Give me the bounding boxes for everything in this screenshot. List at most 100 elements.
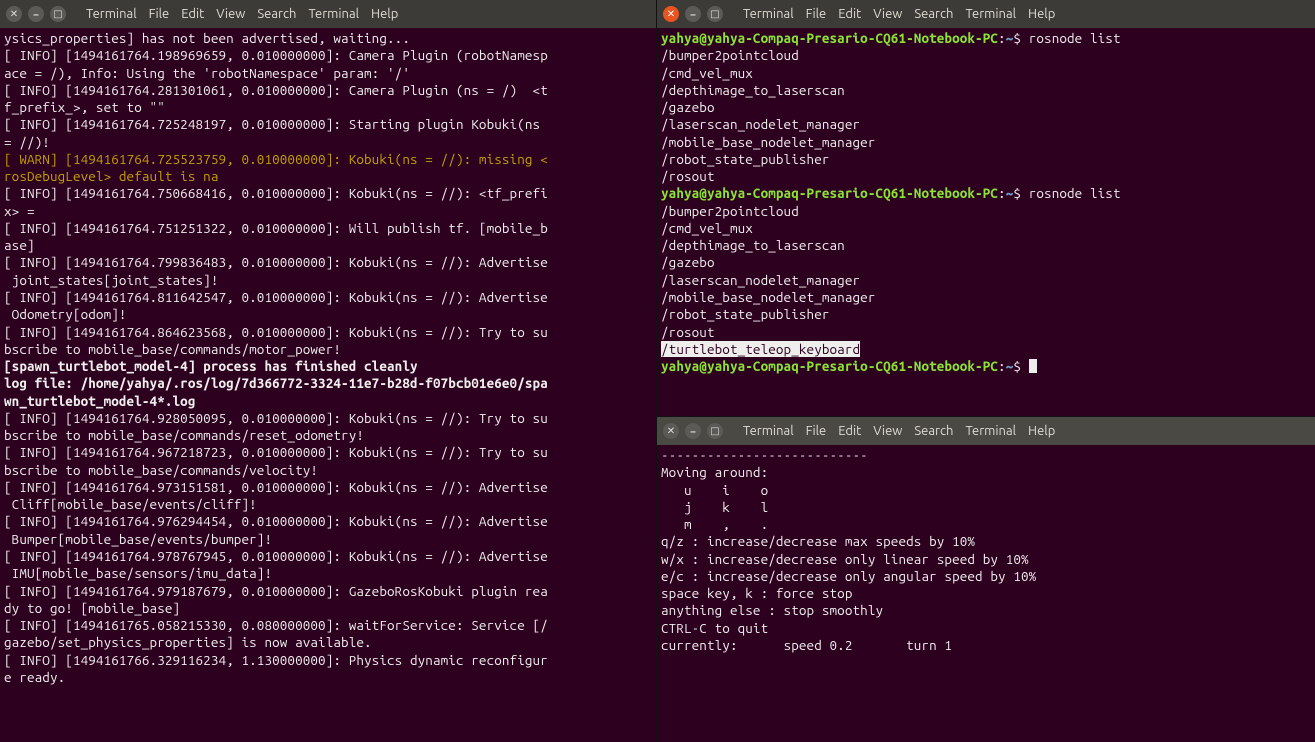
menu-file[interactable]: File bbox=[806, 7, 827, 21]
log-line: ysics_properties] has not been advertise… bbox=[4, 30, 652, 47]
log-line: bscribe to mobile_base/commands/reset_od… bbox=[4, 427, 652, 444]
log-line: [ INFO] [1494161764.979187679, 0.0100000… bbox=[4, 583, 652, 600]
teleop-line: m , . bbox=[661, 516, 1311, 533]
menu-terminal2[interactable]: Terminal bbox=[965, 424, 1016, 438]
menu-file[interactable]: File bbox=[806, 424, 827, 438]
menu-view[interactable]: View bbox=[873, 7, 902, 21]
log-line: [ INFO] [1494161764.799836483, 0.0100000… bbox=[4, 254, 652, 271]
minimize-icon[interactable]: – bbox=[685, 6, 701, 22]
terminal-left[interactable]: ✕ – □ Terminal File Edit View Search Ter… bbox=[0, 0, 656, 742]
log-line: [ INFO] [1494161764.750668416, 0.0100000… bbox=[4, 185, 652, 202]
prompt-line[interactable]: yahya@yahya-Compaq-Presario-CQ61-Noteboo… bbox=[661, 358, 1311, 375]
teleop-line: e/c : increase/decrease only angular spe… bbox=[661, 568, 1311, 585]
rosnode-item: /laserscan_nodelet_manager bbox=[661, 116, 1311, 133]
maximize-icon[interactable]: □ bbox=[50, 6, 66, 22]
teleop-line: space key, k : force stop bbox=[661, 585, 1311, 602]
terminal-output-left[interactable]: ysics_properties] has not been advertise… bbox=[0, 28, 656, 688]
rosnode-item: /mobile_base_nodelet_manager bbox=[661, 134, 1311, 151]
titlebar-left: ✕ – □ Terminal File Edit View Search Ter… bbox=[0, 0, 656, 28]
log-line: [ INFO] [1494161766.329116234, 1.1300000… bbox=[4, 652, 652, 669]
prompt-line: yahya@yahya-Compaq-Presario-CQ61-Noteboo… bbox=[661, 30, 1311, 47]
menu-search[interactable]: Search bbox=[914, 7, 953, 21]
menu-view[interactable]: View bbox=[873, 424, 902, 438]
log-line: [ INFO] [1494161764.928050095, 0.0100000… bbox=[4, 410, 652, 427]
log-line: Bumper[mobile_base/events/bumper]! bbox=[4, 531, 652, 548]
terminal-right-top[interactable]: ✕ – □ Terminal File Edit View Search Ter… bbox=[656, 0, 1315, 416]
rosnode-item: /laserscan_nodelet_manager bbox=[661, 272, 1311, 289]
rosnode-item: /robot_state_publisher bbox=[661, 151, 1311, 168]
rosnode-item: /gazebo bbox=[661, 254, 1311, 271]
log-line: log file: /home/yahya/.ros/log/7d366772-… bbox=[4, 375, 652, 392]
teleop-line: q/z : increase/decrease max speeds by 10… bbox=[661, 533, 1311, 550]
menu-terminal2[interactable]: Terminal bbox=[965, 7, 1016, 21]
teleop-line: --------------------------- bbox=[661, 447, 1311, 464]
rosnode-item: /cmd_vel_mux bbox=[661, 220, 1311, 237]
terminal-right-bottom[interactable]: ✕ – □ Terminal File Edit View Search Ter… bbox=[656, 416, 1315, 742]
maximize-icon[interactable]: □ bbox=[707, 6, 723, 22]
maximize-icon[interactable]: □ bbox=[707, 423, 723, 439]
log-line: [ INFO] [1494161764.967218723, 0.0100000… bbox=[4, 444, 652, 461]
menu-help[interactable]: Help bbox=[1028, 424, 1055, 438]
close-icon[interactable]: ✕ bbox=[663, 423, 679, 439]
log-line: [ INFO] [1494161764.978767945, 0.0100000… bbox=[4, 548, 652, 565]
teleop-line: u i o bbox=[661, 482, 1311, 499]
rosnode-item: /robot_state_publisher bbox=[661, 306, 1311, 323]
log-line: [spawn_turtlebot_model-4] process has fi… bbox=[4, 358, 652, 375]
menu-terminal[interactable]: Terminal bbox=[743, 7, 794, 21]
log-line: [ INFO] [1494161764.864623568, 0.0100000… bbox=[4, 324, 652, 341]
menu-edit[interactable]: Edit bbox=[838, 7, 861, 21]
menu-search[interactable]: Search bbox=[914, 424, 953, 438]
log-line: bscribe to mobile_base/commands/velocity… bbox=[4, 462, 652, 479]
minimize-icon[interactable]: – bbox=[28, 6, 44, 22]
menu-terminal[interactable]: Terminal bbox=[86, 7, 137, 21]
log-line: = //)! bbox=[4, 134, 652, 151]
menu-search[interactable]: Search bbox=[257, 7, 296, 21]
terminal-output-right-bottom[interactable]: ---------------------------Moving around… bbox=[657, 445, 1315, 656]
teleop-line: currently: speed 0.2 turn 1 bbox=[661, 637, 1311, 654]
menu-edit[interactable]: Edit bbox=[181, 7, 204, 21]
rosnode-item: /cmd_vel_mux bbox=[661, 65, 1311, 82]
teleop-line: anything else : stop smoothly bbox=[661, 602, 1311, 619]
titlebar-right-bottom: ✕ – □ Terminal File Edit View Search Ter… bbox=[657, 417, 1315, 445]
close-icon[interactable]: ✕ bbox=[6, 6, 22, 22]
rosnode-item: /rosout bbox=[661, 168, 1311, 185]
log-line: bscribe to mobile_base/commands/motor_po… bbox=[4, 341, 652, 358]
menu-view[interactable]: View bbox=[216, 7, 245, 21]
cursor-icon bbox=[1029, 359, 1037, 373]
rosnode-item: /depthimage_to_laserscan bbox=[661, 82, 1311, 99]
menu-terminal2[interactable]: Terminal bbox=[308, 7, 359, 21]
menu-file[interactable]: File bbox=[149, 7, 170, 21]
log-line: [ INFO] [1494161764.281301061, 0.0100000… bbox=[4, 82, 652, 99]
log-line: [ WARN] [1494161764.725523759, 0.0100000… bbox=[4, 151, 652, 168]
rosnode-item: /depthimage_to_laserscan bbox=[661, 237, 1311, 254]
close-icon[interactable]: ✕ bbox=[663, 6, 679, 22]
log-line: ace = /), Info: Using the 'robotNamespac… bbox=[4, 65, 652, 82]
rosnode-item: /bumper2pointcloud bbox=[661, 47, 1311, 64]
terminal-output-right-top[interactable]: yahya@yahya-Compaq-Presario-CQ61-Noteboo… bbox=[657, 28, 1315, 377]
log-line: wn_turtlebot_model-4*.log bbox=[4, 393, 652, 410]
log-line: IMU[mobile_base/sensors/imu_data]! bbox=[4, 565, 652, 582]
log-line: x> = bbox=[4, 203, 652, 220]
menu-help[interactable]: Help bbox=[1028, 7, 1055, 21]
menu-terminal[interactable]: Terminal bbox=[743, 424, 794, 438]
minimize-icon[interactable]: – bbox=[685, 423, 701, 439]
menu-edit[interactable]: Edit bbox=[838, 424, 861, 438]
log-line: rosDebugLevel> default is na bbox=[4, 168, 652, 185]
menubar-left: Terminal File Edit View Search Terminal … bbox=[86, 7, 398, 21]
log-line: [ INFO] [1494161764.811642547, 0.0100000… bbox=[4, 289, 652, 306]
rosnode-item: /mobile_base_nodelet_manager bbox=[661, 289, 1311, 306]
menu-help[interactable]: Help bbox=[371, 7, 398, 21]
teleop-line: CTRL-C to quit bbox=[661, 620, 1311, 637]
log-line: Odometry[odom]! bbox=[4, 306, 652, 323]
log-line: [ INFO] [1494161764.725248197, 0.0100000… bbox=[4, 116, 652, 133]
teleop-line: Moving around: bbox=[661, 464, 1311, 481]
log-line: [ INFO] [1494161764.976294454, 0.0100000… bbox=[4, 513, 652, 530]
titlebar-right-top: ✕ – □ Terminal File Edit View Search Ter… bbox=[657, 0, 1315, 28]
log-line: gazebo/set_physics_properties] is now av… bbox=[4, 634, 652, 651]
log-line: [ INFO] [1494161764.973151581, 0.0100000… bbox=[4, 479, 652, 496]
rosnode-item: /rosout bbox=[661, 324, 1311, 341]
log-line: joint_states[joint_states]! bbox=[4, 272, 652, 289]
log-line: [ INFO] [1494161764.198969659, 0.0100000… bbox=[4, 47, 652, 64]
log-line: ase] bbox=[4, 237, 652, 254]
log-line: Cliff[mobile_base/events/cliff]! bbox=[4, 496, 652, 513]
